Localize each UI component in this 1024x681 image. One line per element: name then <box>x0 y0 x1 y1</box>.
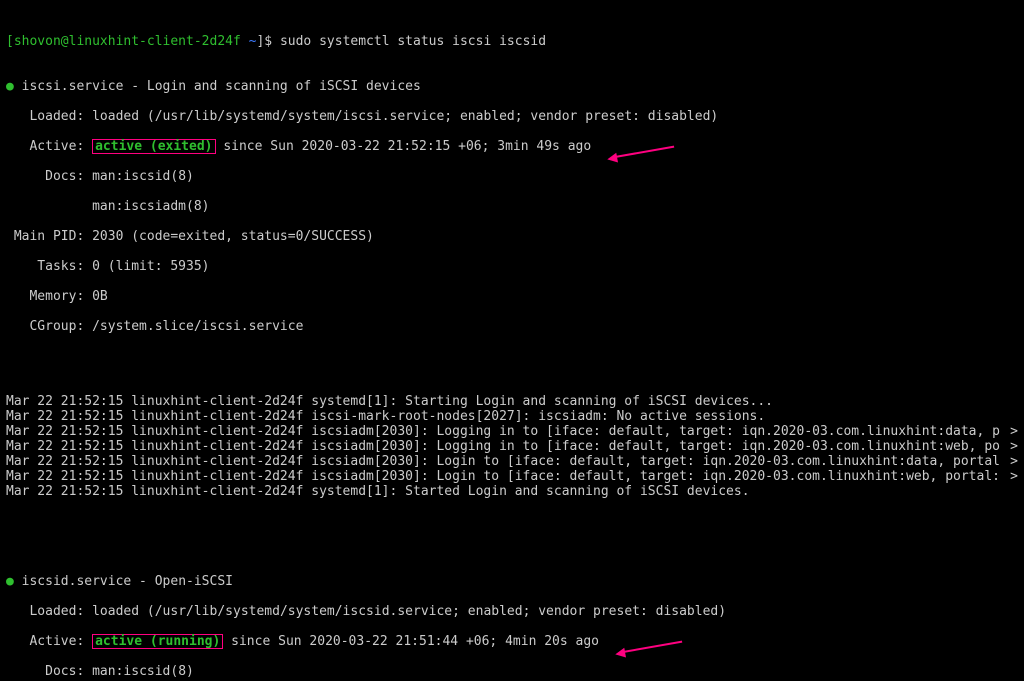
status-bullet-icon: ● <box>6 574 14 589</box>
active-status: active (running) <box>95 634 220 649</box>
prompt-line: [shovon@linuxhint-client-2d24f ~]$ sudo … <box>6 34 1018 49</box>
cgroup-line-1: CGroup: /system.slice/iscsi.service <box>6 319 1018 334</box>
loaded-label: Loaded: <box>6 109 84 124</box>
annotation-arrow-icon <box>623 640 682 652</box>
docs-label: Docs: <box>6 169 84 184</box>
loaded-value: loaded (/usr/lib/systemd/system/iscsi.se… <box>84 109 718 124</box>
log-text: Mar 22 21:52:15 linuxhint-client-2d24f i… <box>6 469 1000 484</box>
blank-line <box>6 529 1018 544</box>
log-line: Mar 22 21:52:15 linuxhint-client-2d24f s… <box>6 394 1018 409</box>
log-line: Mar 22 21:52:15 linuxhint-client-2d24f i… <box>6 439 1018 454</box>
active-line-2: Active: active (running) since Sun 2020-… <box>6 634 1018 649</box>
loaded-label: Loaded: <box>6 604 84 619</box>
loaded-line-1: Loaded: loaded (/usr/lib/systemd/system/… <box>6 109 1018 124</box>
log-text: Mar 22 21:52:15 linuxhint-client-2d24f s… <box>6 484 750 499</box>
blank-line <box>6 349 1018 364</box>
log-line: Mar 22 21:52:15 linuxhint-client-2d24f s… <box>6 484 1018 499</box>
log-text: Mar 22 21:52:15 linuxhint-client-2d24f i… <box>6 439 1000 454</box>
mainpid-line-1: Main PID: 2030 (code=exited, status=0/SU… <box>6 229 1018 244</box>
status-bullet-icon: ● <box>6 79 14 94</box>
docs-value2: man:iscsiadm(8) <box>6 199 210 214</box>
loaded-line-2: Loaded: loaded (/usr/lib/systemd/system/… <box>6 604 1018 619</box>
overflow-indicator-icon: > <box>1010 424 1018 439</box>
docs-line-1b: man:iscsiadm(8) <box>6 199 1018 214</box>
tasks-line-1: Tasks: 0 (limit: 5935) <box>6 259 1018 274</box>
overflow-indicator-icon: > <box>1010 439 1018 454</box>
overflow-indicator-icon: > <box>1010 454 1018 469</box>
log-text: Mar 22 21:52:15 linuxhint-client-2d24f i… <box>6 424 1000 439</box>
prompt-user-host: [shovon@linuxhint-client-2d24f <box>6 34 241 49</box>
log-line: Mar 22 21:52:15 linuxhint-client-2d24f i… <box>6 424 1018 439</box>
active-label: Active: <box>6 634 92 649</box>
prompt-dollar: ]$ <box>256 34 272 49</box>
overflow-indicator-icon: > <box>1010 469 1018 484</box>
log-text: Mar 22 21:52:15 linuxhint-client-2d24f s… <box>6 394 773 409</box>
highlight-box-1: active (exited) <box>92 139 215 154</box>
log-line: Mar 22 21:52:15 linuxhint-client-2d24f i… <box>6 454 1018 469</box>
highlight-box-2: active (running) <box>92 634 223 649</box>
active-status: active (exited) <box>95 139 212 154</box>
annotation-arrow-icon <box>615 145 674 157</box>
active-rest: since Sun 2020-03-22 21:51:44 +06; 4min … <box>223 634 599 649</box>
docs-value: man:iscsid(8) <box>84 664 194 679</box>
service-header-2: ● iscsid.service - Open-iSCSI <box>6 574 1018 589</box>
command-text: sudo systemctl status iscsi iscsid <box>280 34 546 49</box>
service-name: iscsi.service - Login and scanning of iS… <box>22 79 421 94</box>
docs-value: man:iscsid(8) <box>84 169 194 184</box>
log-line: Mar 22 21:52:15 linuxhint-client-2d24f i… <box>6 409 1018 424</box>
service-name: iscsid.service - Open-iSCSI <box>22 574 233 589</box>
docs-label: Docs: <box>6 664 84 679</box>
service-header-1: ● iscsi.service - Login and scanning of … <box>6 79 1018 94</box>
active-rest: since Sun 2020-03-22 21:52:15 +06; 3min … <box>216 139 592 154</box>
log-text: Mar 22 21:52:15 linuxhint-client-2d24f i… <box>6 409 765 424</box>
memory-line-1: Memory: 0B <box>6 289 1018 304</box>
terminal-output[interactable]: [shovon@linuxhint-client-2d24f ~]$ sudo … <box>0 0 1024 681</box>
active-line-1: Active: active (exited) since Sun 2020-0… <box>6 139 1018 154</box>
active-label: Active: <box>6 139 92 154</box>
log-text: Mar 22 21:52:15 linuxhint-client-2d24f i… <box>6 454 1000 469</box>
log-line: Mar 22 21:52:15 linuxhint-client-2d24f i… <box>6 469 1018 484</box>
loaded-value: loaded (/usr/lib/systemd/system/iscsid.s… <box>84 604 726 619</box>
docs-line-2a: Docs: man:iscsid(8) <box>6 664 1018 679</box>
docs-line-1a: Docs: man:iscsid(8) <box>6 169 1018 184</box>
